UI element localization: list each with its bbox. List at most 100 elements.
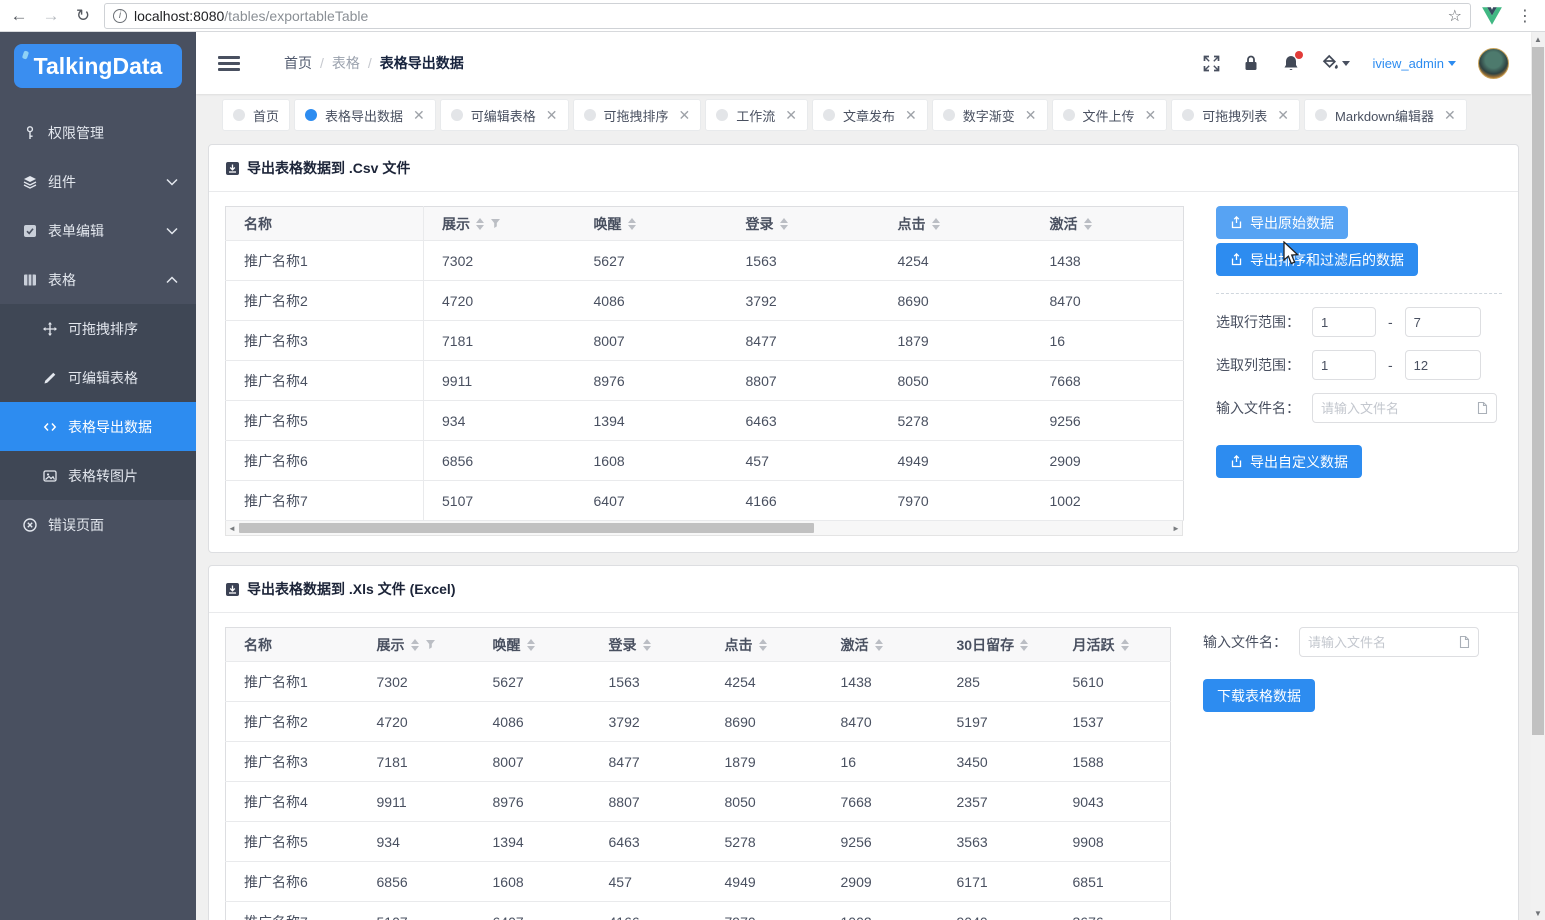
tab-close-icon[interactable]: ✕ xyxy=(905,108,917,122)
column-header[interactable]: 登录 xyxy=(590,627,707,662)
column-header[interactable]: 展示 xyxy=(358,627,475,662)
avatar[interactable] xyxy=(1478,47,1509,79)
user-menu[interactable]: iview_admin xyxy=(1372,56,1456,71)
sidebar-item-tables[interactable]: 表格 xyxy=(0,255,196,304)
table-horizontal-scrollbar[interactable]: ◄ ► xyxy=(225,521,1183,536)
tab[interactable]: 可拖拽排序 ✕ xyxy=(572,99,702,131)
sidebar-item-components[interactable]: 组件 xyxy=(0,157,196,206)
sidebar-item-form-edit[interactable]: 表单编辑 xyxy=(0,206,196,255)
browser-back-icon[interactable]: ← xyxy=(8,7,30,24)
tab-close-icon[interactable]: ✕ xyxy=(1025,108,1037,122)
page-info-icon[interactable]: i xyxy=(113,8,127,23)
table-row[interactable]: 推广名称7 5107 6407 4166 7970 1002 xyxy=(225,480,1184,521)
table-row[interactable]: 推广名称2 4720 4086 3792 8690 8470 5197 1537 xyxy=(225,701,1171,742)
export-raw-button[interactable]: 导出原始数据 xyxy=(1216,206,1348,239)
tab[interactable]: 表格导出数据 ✕ xyxy=(294,99,436,131)
scroll-left-icon[interactable]: ◄ xyxy=(226,524,238,533)
tab[interactable]: 可拖拽列表 ✕ xyxy=(1171,99,1301,131)
tab[interactable]: 文章发布 ✕ xyxy=(812,99,928,131)
table-row[interactable]: 推广名称75107640741667970100290403676 xyxy=(225,901,1171,920)
tab-close-icon[interactable]: ✕ xyxy=(679,108,691,122)
filename-input[interactable] xyxy=(1312,393,1497,423)
filename-input[interactable] xyxy=(1299,627,1479,657)
sidebar-item-permissions[interactable]: 权限管理 xyxy=(0,108,196,157)
table-row[interactable]: 推广名称1 7302 5627 1563 4254 1438 285 5610 xyxy=(225,661,1171,702)
export-sorted-button[interactable]: 导出排序和过滤后的数据 xyxy=(1216,243,1418,276)
tab[interactable]: 工作流 ✕ xyxy=(705,99,809,131)
tab[interactable]: 首页 xyxy=(222,99,291,131)
download-table-button[interactable]: 下载表格数据 xyxy=(1203,679,1315,712)
tab[interactable]: Markdown编辑器 ✕ xyxy=(1304,99,1467,131)
col-range-from-input[interactable] xyxy=(1312,350,1376,380)
column-header[interactable]: 唤醒 xyxy=(575,206,728,241)
export-custom-button[interactable]: 导出自定义数据 xyxy=(1216,445,1362,478)
breadcrumb-home[interactable]: 首页 xyxy=(284,53,312,73)
tab-close-icon[interactable]: ✕ xyxy=(1444,108,1456,122)
fullscreen-icon[interactable] xyxy=(1203,55,1220,72)
row-range-from-input[interactable] xyxy=(1312,307,1376,337)
sidebar-item-export-table[interactable]: 表格导出数据 xyxy=(0,402,196,451)
browser-menu-icon[interactable]: ⋮ xyxy=(1513,6,1537,26)
sidebar-item-draggable-sort[interactable]: 可拖拽排序 xyxy=(0,304,196,353)
row-range-to-input[interactable] xyxy=(1404,307,1481,337)
sort-icon[interactable] xyxy=(1020,638,1029,651)
col-range-to-input[interactable] xyxy=(1404,350,1481,380)
table-row[interactable]: 推广名称5 934 1394 6463 5278 9256 xyxy=(225,400,1184,441)
table-row[interactable]: 推广名称4 9911 8976 8807 8050 7668 2357 9043 xyxy=(225,781,1171,822)
sort-icon[interactable] xyxy=(1083,217,1092,230)
table-row[interactable]: 推广名称1 7302 5627 1563 4254 1438 xyxy=(225,240,1184,281)
table-row[interactable]: 推广名称3 7181 8007 8477 1879 16 3450 1588 xyxy=(225,741,1171,782)
app-logo[interactable]: TalkingData xyxy=(14,44,182,88)
filter-icon[interactable] xyxy=(490,218,501,229)
tab-close-icon[interactable]: ✕ xyxy=(1145,108,1157,122)
scroll-down-icon[interactable]: ▼ xyxy=(1531,906,1545,920)
tab-close-icon[interactable]: ✕ xyxy=(413,108,425,122)
column-header[interactable]: 月活跃 xyxy=(1054,627,1171,662)
address-bar[interactable]: i localhost:8080/tables/exportableTable … xyxy=(104,2,1471,29)
sort-icon[interactable] xyxy=(758,638,767,651)
table-row[interactable]: 推广名称6 6856 1608 457 4949 2909 6171 6851 xyxy=(225,861,1171,902)
column-header[interactable]: 点击 xyxy=(879,206,1032,241)
lock-icon[interactable] xyxy=(1242,54,1260,72)
column-header[interactable]: 激活 xyxy=(822,627,939,662)
table-row[interactable]: 推广名称5 934 1394 6463 5278 9256 3563 9908 xyxy=(225,821,1171,862)
tab[interactable]: 文件上传 ✕ xyxy=(1051,99,1168,131)
hamburger-menu-icon[interactable] xyxy=(218,53,240,74)
page-scrollbar[interactable]: ▲ ▼ xyxy=(1531,32,1545,920)
browser-forward-icon[interactable]: → xyxy=(40,7,62,24)
column-header[interactable]: 激活 xyxy=(1031,206,1184,241)
sort-icon[interactable] xyxy=(476,217,484,230)
sort-icon[interactable] xyxy=(642,638,651,651)
table-row[interactable]: 推广名称4 9911 8976 8807 8050 7668 xyxy=(225,360,1184,401)
scrollbar-thumb[interactable] xyxy=(1532,47,1544,735)
column-header[interactable]: 展示 xyxy=(423,206,576,241)
scroll-right-icon[interactable]: ► xyxy=(1170,524,1182,533)
table-row[interactable]: 推广名称6 6856 1608 457 4949 2909 xyxy=(225,440,1184,481)
column-header[interactable]: 30日留存 xyxy=(938,627,1055,662)
column-header[interactable]: 唤醒 xyxy=(474,627,591,662)
sort-icon[interactable] xyxy=(410,638,419,651)
table-row[interactable]: 推广名称2 4720 4086 3792 8690 8470 xyxy=(225,280,1184,321)
sidebar-item-editable-table[interactable]: 可编辑表格 xyxy=(0,353,196,402)
sort-icon[interactable] xyxy=(779,217,788,230)
filter-icon[interactable] xyxy=(425,639,436,650)
bookmark-star-icon[interactable]: ☆ xyxy=(1448,6,1462,26)
sort-icon[interactable] xyxy=(627,217,636,230)
notifications-bell-icon[interactable] xyxy=(1282,51,1304,72)
tab-close-icon[interactable]: ✕ xyxy=(1277,108,1289,122)
browser-reload-icon[interactable]: ↻ xyxy=(72,7,94,24)
column-header[interactable]: 登录 xyxy=(727,206,880,241)
sort-icon[interactable] xyxy=(874,638,883,651)
tab-close-icon[interactable]: ✕ xyxy=(546,108,558,122)
vue-devtools-icon[interactable] xyxy=(1481,6,1503,26)
scrollbar-thumb[interactable] xyxy=(239,523,814,533)
sort-icon[interactable] xyxy=(1120,638,1129,651)
breadcrumb-tables[interactable]: 表格 xyxy=(332,53,360,73)
tab[interactable]: 数字渐变 ✕ xyxy=(931,99,1048,131)
table-row[interactable]: 推广名称3 7181 8007 8477 1879 16 xyxy=(225,320,1184,361)
tab[interactable]: 可编辑表格 ✕ xyxy=(439,99,569,131)
sidebar-item-error-pages[interactable]: 错误页面 xyxy=(0,500,196,549)
column-header[interactable]: 点击 xyxy=(706,627,823,662)
theme-switch-icon[interactable] xyxy=(1322,54,1351,72)
sidebar-item-table-to-image[interactable]: 表格转图片 xyxy=(0,451,196,500)
